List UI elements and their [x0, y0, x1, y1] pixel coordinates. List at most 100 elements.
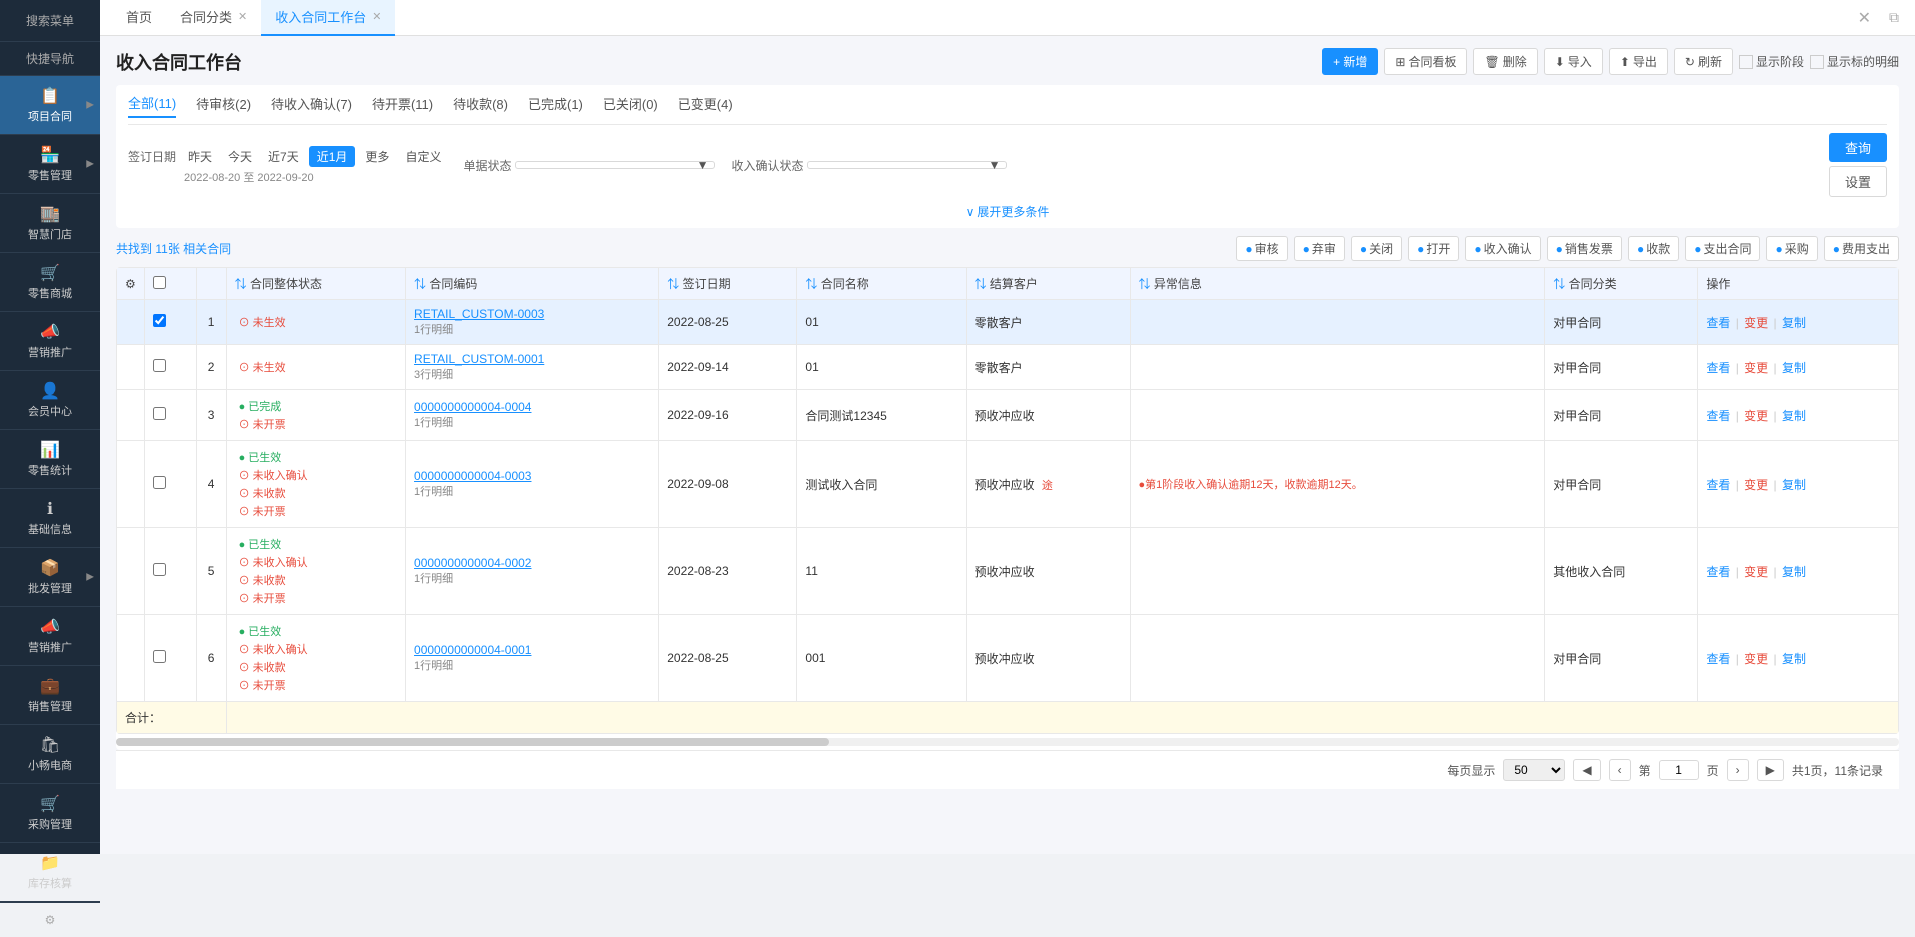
cell-settings[interactable]: [117, 390, 145, 441]
view-action[interactable]: 查看: [1706, 361, 1730, 375]
cell-settings[interactable]: [117, 528, 145, 615]
new-button[interactable]: + 新增: [1322, 48, 1378, 75]
toolbar-btn-abandon[interactable]: ● 弃审: [1294, 236, 1345, 261]
window-restore-icon[interactable]: ⧉: [1885, 9, 1903, 26]
row-checkbox[interactable]: [153, 563, 166, 576]
date-btn-custom[interactable]: 自定义: [399, 146, 447, 167]
sidebar-item-smart-store[interactable]: 🏬 智慧门店: [0, 194, 100, 253]
edit-action[interactable]: 变更: [1744, 652, 1768, 666]
filter-tab-pending-collection[interactable]: 待收款(8): [453, 94, 508, 117]
tab-close-income-contract[interactable]: ✕: [372, 10, 381, 23]
toolbar-btn-print[interactable]: ● 打开: [1408, 236, 1459, 261]
tab-contract-cat[interactable]: 合同分类 ✕: [166, 0, 261, 36]
contract-code-link[interactable]: RETAIL_CUSTOM-0001: [414, 352, 544, 366]
copy-action[interactable]: 复制: [1782, 361, 1806, 375]
edit-action[interactable]: 变更: [1744, 565, 1768, 579]
contract-code-link[interactable]: 0000000000004-0003: [414, 469, 531, 483]
edit-action[interactable]: 变更: [1744, 478, 1768, 492]
toolbar-btn-out-contract[interactable]: ● 支出合同: [1685, 236, 1760, 261]
query-button[interactable]: 查询: [1829, 133, 1887, 162]
date-btn-today[interactable]: 今天: [222, 146, 258, 167]
last-page-button[interactable]: ▶: [1757, 759, 1784, 781]
filter-tab-pending-income-confirm[interactable]: 待收入确认(7): [271, 94, 352, 117]
filter-tab-pending-invoice[interactable]: 待开票(11): [372, 94, 433, 117]
view-action[interactable]: 查看: [1706, 652, 1730, 666]
show-stage-checkbox[interactable]: 显示阶段: [1739, 53, 1804, 70]
first-page-button[interactable]: ◀: [1573, 759, 1600, 781]
window-close-icon[interactable]: ✕: [1850, 8, 1879, 28]
import-button[interactable]: ⬇ 导入: [1544, 48, 1603, 75]
view-action[interactable]: 查看: [1706, 565, 1730, 579]
sidebar-item-xiaochang[interactable]: 🛍 小畅电商: [0, 725, 100, 784]
edit-action[interactable]: 变更: [1744, 316, 1768, 330]
page-input[interactable]: [1659, 760, 1699, 780]
toolbar-btn-review[interactable]: ● 审核: [1236, 236, 1287, 261]
copy-action[interactable]: 复制: [1782, 565, 1806, 579]
filter-tab-pending-review[interactable]: 待审核(2): [196, 94, 251, 117]
show-detail-checkbox[interactable]: 显示标的明细: [1810, 53, 1899, 70]
date-btn-yesterday[interactable]: 昨天: [182, 146, 218, 167]
row-checkbox[interactable]: [153, 476, 166, 489]
col-header-exception[interactable]: ⇅ 异常信息: [1130, 268, 1545, 300]
toolbar-btn-income-confirm[interactable]: ● 收入确认: [1465, 236, 1540, 261]
sidebar-item-retail-shop[interactable]: 🛒 零售商城: [0, 253, 100, 312]
sidebar-item-sales-mgmt[interactable]: 💼 销售管理: [0, 666, 100, 725]
sidebar-item-purchase[interactable]: 🛒 采购管理: [0, 784, 100, 843]
col-header-name[interactable]: ⇅ 合同名称: [797, 268, 966, 300]
contract-code-link[interactable]: RETAIL_CUSTOM-0003: [414, 307, 544, 321]
copy-action[interactable]: 复制: [1782, 652, 1806, 666]
sidebar-item-retail-stat[interactable]: 📊 零售统计: [0, 430, 100, 489]
copy-action[interactable]: 复制: [1782, 316, 1806, 330]
scrollbar-thumb[interactable]: [116, 738, 829, 746]
col-header-sign-date[interactable]: ⇅ 签订日期: [659, 268, 797, 300]
edit-action[interactable]: 变更: [1744, 361, 1768, 375]
contract-code-link[interactable]: 0000000000004-0004: [414, 400, 531, 414]
cell-checkbox[interactable]: [145, 615, 197, 702]
date-btn-last7[interactable]: 近7天: [262, 146, 305, 167]
doc-status-select[interactable]: ▼: [515, 161, 715, 169]
delete-button[interactable]: 🗑 删除: [1473, 48, 1537, 75]
cell-checkbox[interactable]: [145, 528, 197, 615]
cell-settings[interactable]: [117, 345, 145, 390]
toolbar-btn-purchase[interactable]: ● 采购: [1766, 236, 1817, 261]
prev-page-button[interactable]: ‹: [1609, 759, 1631, 781]
toolbar-btn-close[interactable]: ● 关闭: [1351, 236, 1402, 261]
cell-checkbox[interactable]: [145, 390, 197, 441]
row-checkbox[interactable]: [153, 407, 166, 420]
refresh-button[interactable]: ↻ 刷新: [1674, 48, 1733, 75]
toolbar-btn-expense-out[interactable]: ● 费用支出: [1824, 236, 1899, 261]
income-status-select[interactable]: ▼: [807, 161, 1007, 169]
select-all-checkbox[interactable]: [153, 276, 166, 289]
toolbar-btn-sales-invoice[interactable]: ● 销售发票: [1547, 236, 1622, 261]
sidebar-item-batch-mgmt[interactable]: 📦 批发管理 ▶: [0, 548, 100, 607]
expand-more-btn[interactable]: ∨ 展开更多条件: [966, 203, 1050, 220]
cell-settings[interactable]: [117, 615, 145, 702]
next-page-button[interactable]: ›: [1727, 759, 1749, 781]
date-btn-more[interactable]: 更多: [359, 146, 395, 167]
sidebar-item-project[interactable]: 📋 项目合同 ▶: [0, 76, 100, 135]
filter-tab-completed[interactable]: 已完成(1): [528, 94, 583, 117]
row-checkbox[interactable]: [153, 359, 166, 372]
col-header-code[interactable]: ⇅ 合同编码: [406, 268, 659, 300]
sidebar-search[interactable]: 搜索菜单: [0, 0, 100, 42]
sidebar-item-member[interactable]: 👤 会员中心: [0, 371, 100, 430]
col-header-status[interactable]: ⇅ 合同整体状态: [226, 268, 405, 300]
col-header-checkbox[interactable]: [145, 268, 197, 300]
col-header-settings[interactable]: ⚙: [117, 268, 145, 300]
col-header-customer[interactable]: ⇅ 结算客户: [966, 268, 1130, 300]
per-page-select[interactable]: 50: [1503, 759, 1565, 781]
export-button[interactable]: ⬆ 导出: [1609, 48, 1668, 75]
view-action[interactable]: 查看: [1706, 409, 1730, 423]
sidebar-item-marketing[interactable]: 📣 营销推广: [0, 312, 100, 371]
view-action[interactable]: 查看: [1706, 316, 1730, 330]
tab-income-contract[interactable]: 收入合同工作台 ✕: [261, 0, 395, 36]
cell-settings[interactable]: [117, 441, 145, 528]
contract-code-link[interactable]: 0000000000004-0002: [414, 556, 531, 570]
setting-button[interactable]: 设置: [1829, 166, 1887, 197]
row-checkbox[interactable]: [153, 650, 166, 663]
filter-tab-changed[interactable]: 已变更(4): [678, 94, 733, 117]
sidebar-nav[interactable]: 快捷导航: [0, 42, 100, 76]
view-action[interactable]: 查看: [1706, 478, 1730, 492]
sidebar-item-marketing2[interactable]: 📣 营销推广: [0, 607, 100, 666]
cell-checkbox[interactable]: [145, 345, 197, 390]
